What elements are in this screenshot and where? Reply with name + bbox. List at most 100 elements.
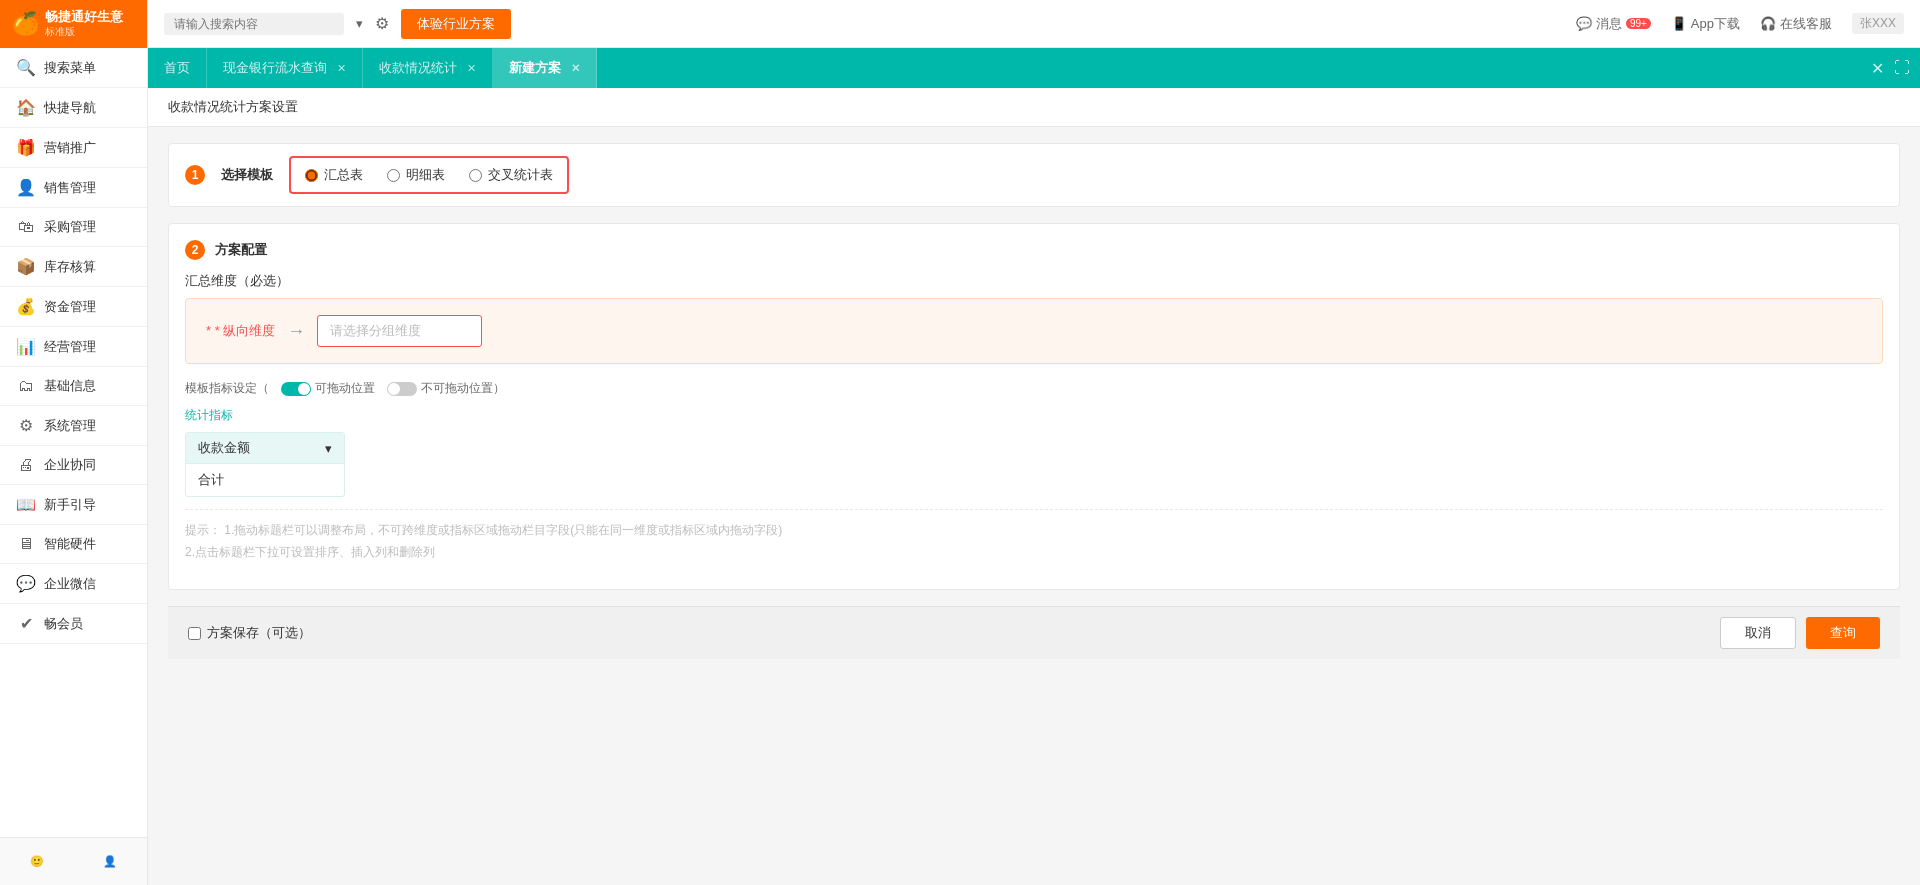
radio-cross[interactable]: 交叉统计表 <box>469 166 553 184</box>
section1-num: 1 <box>185 165 205 185</box>
download-label: App下载 <box>1691 15 1740 33</box>
sidebar-item-search[interactable]: 🔍 搜索菜单 <box>0 48 147 88</box>
radio-cross-input[interactable] <box>469 169 482 182</box>
hint-line2: 2.点击标题栏下拉可设置排序、插入列和删除列 <box>185 542 1883 564</box>
metrics-col-header: 收款金额 <box>198 439 250 457</box>
config-title-row: 2 方案配置 <box>185 240 1883 260</box>
movable-toggle[interactable] <box>281 382 311 396</box>
template-options: 汇总表 明细表 交叉统计表 <box>289 156 569 194</box>
section-config: 2 方案配置 汇总维度（必选） * 纵向维度 → 请选择分组维度 <box>168 223 1900 590</box>
gear-icon[interactable]: ⚙ <box>375 14 389 33</box>
sidebar-item-label: 系统管理 <box>44 417 96 435</box>
tab-receivables[interactable]: 收款情况统计 ✕ <box>363 48 493 88</box>
radio-detail-input[interactable] <box>387 169 400 182</box>
tab-bank-close[interactable]: ✕ <box>337 62 346 75</box>
tab-bar: 首页 现金银行流水查询 ✕ 收款情况统计 ✕ 新建方案 ✕ ✕ ⛶ <box>148 48 1920 88</box>
sidebar-bottom-btn2[interactable]: 👤 <box>74 838 148 885</box>
tab-new-plan-label: 新建方案 <box>509 59 561 77</box>
sidebar-item-sales[interactable]: 👤 销售管理 <box>0 168 147 208</box>
sidebar-item-operations[interactable]: 📊 经营管理 <box>0 327 147 367</box>
book-icon: 📖 <box>16 495 36 514</box>
dimension-vertical-label: * 纵向维度 <box>206 322 275 340</box>
dropdown-icon[interactable]: ▾ <box>356 16 363 31</box>
chart-icon: 📊 <box>16 337 36 356</box>
message-icon: 💬 <box>1576 16 1592 31</box>
tab-new-plan-close[interactable]: ✕ <box>571 62 580 75</box>
download-icon: 📱 <box>1671 16 1687 31</box>
industry-button[interactable]: 体验行业方案 <box>401 9 511 39</box>
sidebar-item-enterprise[interactable]: 🖨 企业协同 <box>0 446 147 485</box>
sidebar-bottom-btn1[interactable]: 🙂 <box>0 838 74 885</box>
dimension-subsection: 汇总维度（必选） * 纵向维度 → 请选择分组维度 <box>185 272 1883 364</box>
unmovable-toggle[interactable] <box>387 382 417 396</box>
tab-expand-icon[interactable]: ⛶ <box>1894 59 1910 77</box>
money-icon: 💰 <box>16 297 36 316</box>
tab-close-window-icon[interactable]: ✕ <box>1871 59 1884 78</box>
monitor-icon: 🖥 <box>16 535 36 553</box>
tab-receivables-label: 收款情况统计 <box>379 59 457 77</box>
toggle-circle <box>298 383 310 395</box>
hint-line1: 提示： 1.拖动标题栏可以调整布局，不可跨维度或指标区域拖动栏目字段(只能在同一… <box>185 520 1883 542</box>
sidebar-item-purchase[interactable]: 🛍 采购管理 <box>0 208 147 247</box>
sidebar-item-label: 营销推广 <box>44 139 96 157</box>
radio-detail-label: 明细表 <box>406 166 445 184</box>
unmovable-label: 不可拖动位置） <box>421 380 505 397</box>
radio-detail[interactable]: 明细表 <box>387 166 445 184</box>
metrics-header: 收款金额 ▾ <box>186 433 344 464</box>
dimension-arrow-icon: → <box>287 321 305 342</box>
movable-tag: 可拖动位置 <box>281 380 375 397</box>
content: 收款情况统计方案设置 1 选择模板 汇总表 明细表 <box>148 88 1920 885</box>
sidebar-item-inventory[interactable]: 📦 库存核算 <box>0 247 147 287</box>
save-option-label[interactable]: 方案保存（可选） <box>188 624 311 642</box>
user-info[interactable]: 张XXX <box>1852 13 1904 34</box>
user-icon: 👤 <box>16 178 36 197</box>
stats-label: 统计指标 <box>185 407 1883 424</box>
sidebar-item-label: 智能硬件 <box>44 535 96 553</box>
sidebar-logo: 🍊 畅捷通好生意 标准版 <box>0 0 147 48</box>
tab-home[interactable]: 首页 <box>148 48 207 88</box>
printer-icon: 🖨 <box>16 456 36 474</box>
query-button[interactable]: 查询 <box>1806 617 1880 649</box>
section-template: 1 选择模板 汇总表 明细表 交叉统计表 <box>168 143 1900 207</box>
logo-text: 畅捷通好生意 <box>45 9 123 25</box>
breadcrumb-search[interactable] <box>164 13 344 35</box>
tab-new-plan[interactable]: 新建方案 ✕ <box>493 48 597 88</box>
tab-bank[interactable]: 现金银行流水查询 ✕ <box>207 48 363 88</box>
folder-icon: 🗂 <box>16 377 36 395</box>
metrics-label-row: 模板指标设定（ 可拖动位置 不可拖动位置） <box>185 380 1883 397</box>
sidebar-item-marketing[interactable]: 🎁 营销推广 <box>0 128 147 168</box>
movable-label: 可拖动位置 <box>315 380 375 397</box>
radio-summary[interactable]: 汇总表 <box>305 166 363 184</box>
sidebar-item-wechat[interactable]: 💬 企业微信 <box>0 564 147 604</box>
radio-summary-input[interactable] <box>305 169 318 182</box>
metrics-dropdown-icon[interactable]: ▾ <box>325 441 332 456</box>
tab-receivables-close[interactable]: ✕ <box>467 62 476 75</box>
dimension-select[interactable]: 请选择分组维度 <box>317 315 482 347</box>
sidebar-item-label: 采购管理 <box>44 218 96 236</box>
save-checkbox[interactable] <box>188 627 201 640</box>
unmovable-circle <box>388 383 400 395</box>
footer-buttons: 取消 查询 <box>1720 617 1880 649</box>
metrics-row-total: 合计 <box>186 464 344 496</box>
sidebar-item-hardware[interactable]: 🖥 智能硬件 <box>0 525 147 564</box>
notification-badge: 99+ <box>1626 18 1651 29</box>
save-option-text: 方案保存（可选） <box>207 624 311 642</box>
notification-action[interactable]: 💬 消息 99+ <box>1576 15 1651 33</box>
sidebar-item-finance[interactable]: 💰 资金管理 <box>0 287 147 327</box>
search-icon: 🔍 <box>16 58 36 77</box>
sidebar-item-guide[interactable]: 📖 新手引导 <box>0 485 147 525</box>
sidebar-item-system[interactable]: ⚙ 系统管理 <box>0 406 147 446</box>
metrics-section: 模板指标设定（ 可拖动位置 不可拖动位置） <box>185 380 1883 497</box>
cancel-button[interactable]: 取消 <box>1720 617 1796 649</box>
sidebar-item-quick-nav[interactable]: 🏠 快捷导航 <box>0 88 147 128</box>
dimension-area: * 纵向维度 → 请选择分组维度 <box>185 298 1883 364</box>
download-action[interactable]: 📱 App下载 <box>1671 15 1740 33</box>
support-label: 在线客服 <box>1780 15 1832 33</box>
sidebar-item-base-info[interactable]: 🗂 基础信息 <box>0 367 147 406</box>
support-action[interactable]: 🎧 在线客服 <box>1760 15 1832 33</box>
sidebar-item-label: 企业协同 <box>44 456 96 474</box>
sidebar-item-member[interactable]: ✔ 畅会员 <box>0 604 147 644</box>
radio-summary-label: 汇总表 <box>324 166 363 184</box>
sidebar-item-label: 基础信息 <box>44 377 96 395</box>
home-icon: 🏠 <box>16 98 36 117</box>
